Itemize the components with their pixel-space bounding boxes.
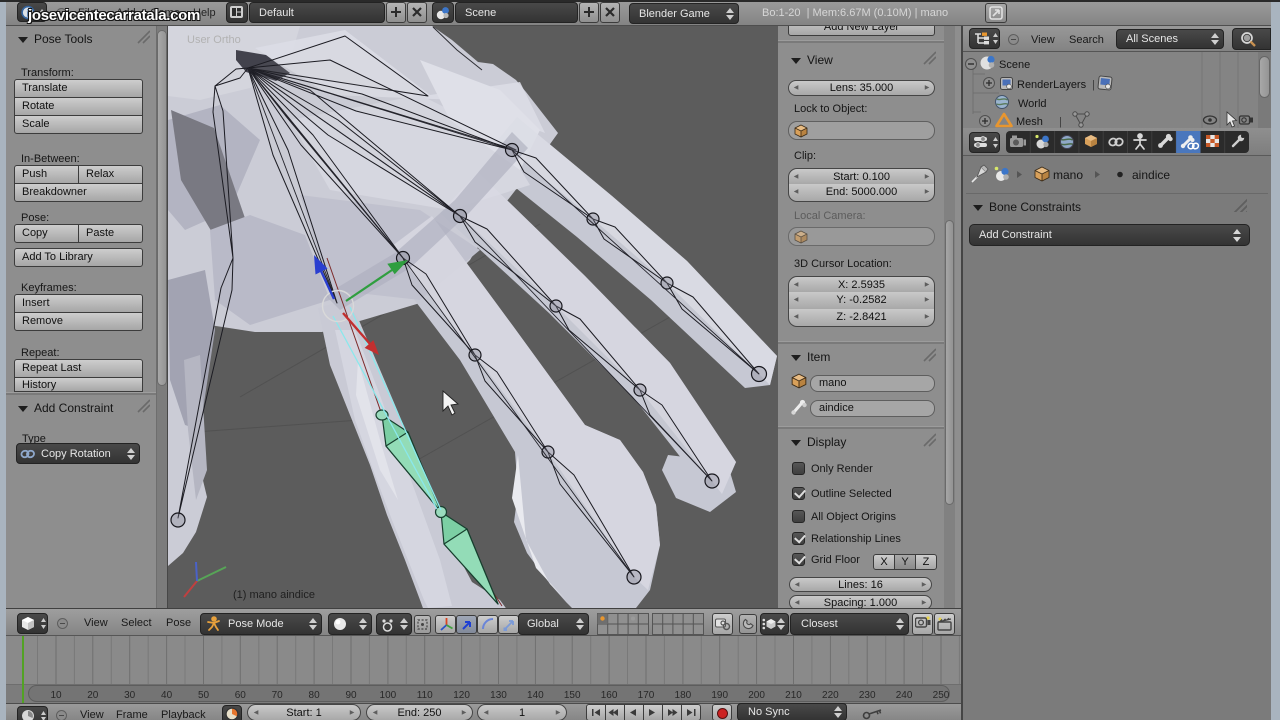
svg-text:90: 90	[345, 690, 357, 701]
svg-text:110: 110	[417, 690, 433, 701]
svg-text:130: 130	[490, 690, 507, 701]
svg-text:210: 210	[785, 690, 802, 701]
svg-text:120: 120	[453, 690, 470, 701]
svg-text:240: 240	[896, 690, 913, 701]
svg-text:70: 70	[272, 690, 284, 701]
svg-text:200: 200	[748, 690, 765, 701]
svg-text:(1) mano aindice: (1) mano aindice	[233, 589, 315, 601]
svg-text:230: 230	[859, 690, 876, 701]
svg-text:30: 30	[124, 690, 136, 701]
svg-text:40: 40	[161, 690, 173, 701]
svg-text:User Ortho: User Ortho	[187, 34, 241, 46]
svg-text:aindice: aindice	[1132, 168, 1170, 182]
svg-text:RenderLayers: RenderLayers	[1017, 79, 1087, 91]
svg-text:140: 140	[527, 690, 544, 701]
svg-text:20: 20	[87, 690, 99, 701]
svg-text:220: 220	[822, 690, 839, 701]
svg-text:100: 100	[380, 690, 397, 701]
svg-text:Scene: Scene	[999, 59, 1030, 71]
svg-text:170: 170	[638, 690, 655, 701]
svg-text:190: 190	[711, 690, 728, 701]
svg-text:80: 80	[309, 690, 321, 701]
svg-text:250: 250	[933, 690, 950, 701]
svg-text:60: 60	[235, 690, 247, 701]
svg-text:150: 150	[564, 690, 581, 701]
svg-text:10: 10	[50, 690, 62, 701]
svg-text:160: 160	[601, 690, 618, 701]
svg-text:World: World	[1018, 98, 1047, 110]
svg-text:Mesh: Mesh	[1016, 116, 1043, 128]
svg-text:|: |	[1092, 79, 1095, 91]
svg-text:50: 50	[198, 690, 210, 701]
svg-text:mano: mano	[1053, 168, 1083, 182]
svg-text:180: 180	[675, 690, 692, 701]
svg-text:|: |	[1059, 116, 1062, 128]
